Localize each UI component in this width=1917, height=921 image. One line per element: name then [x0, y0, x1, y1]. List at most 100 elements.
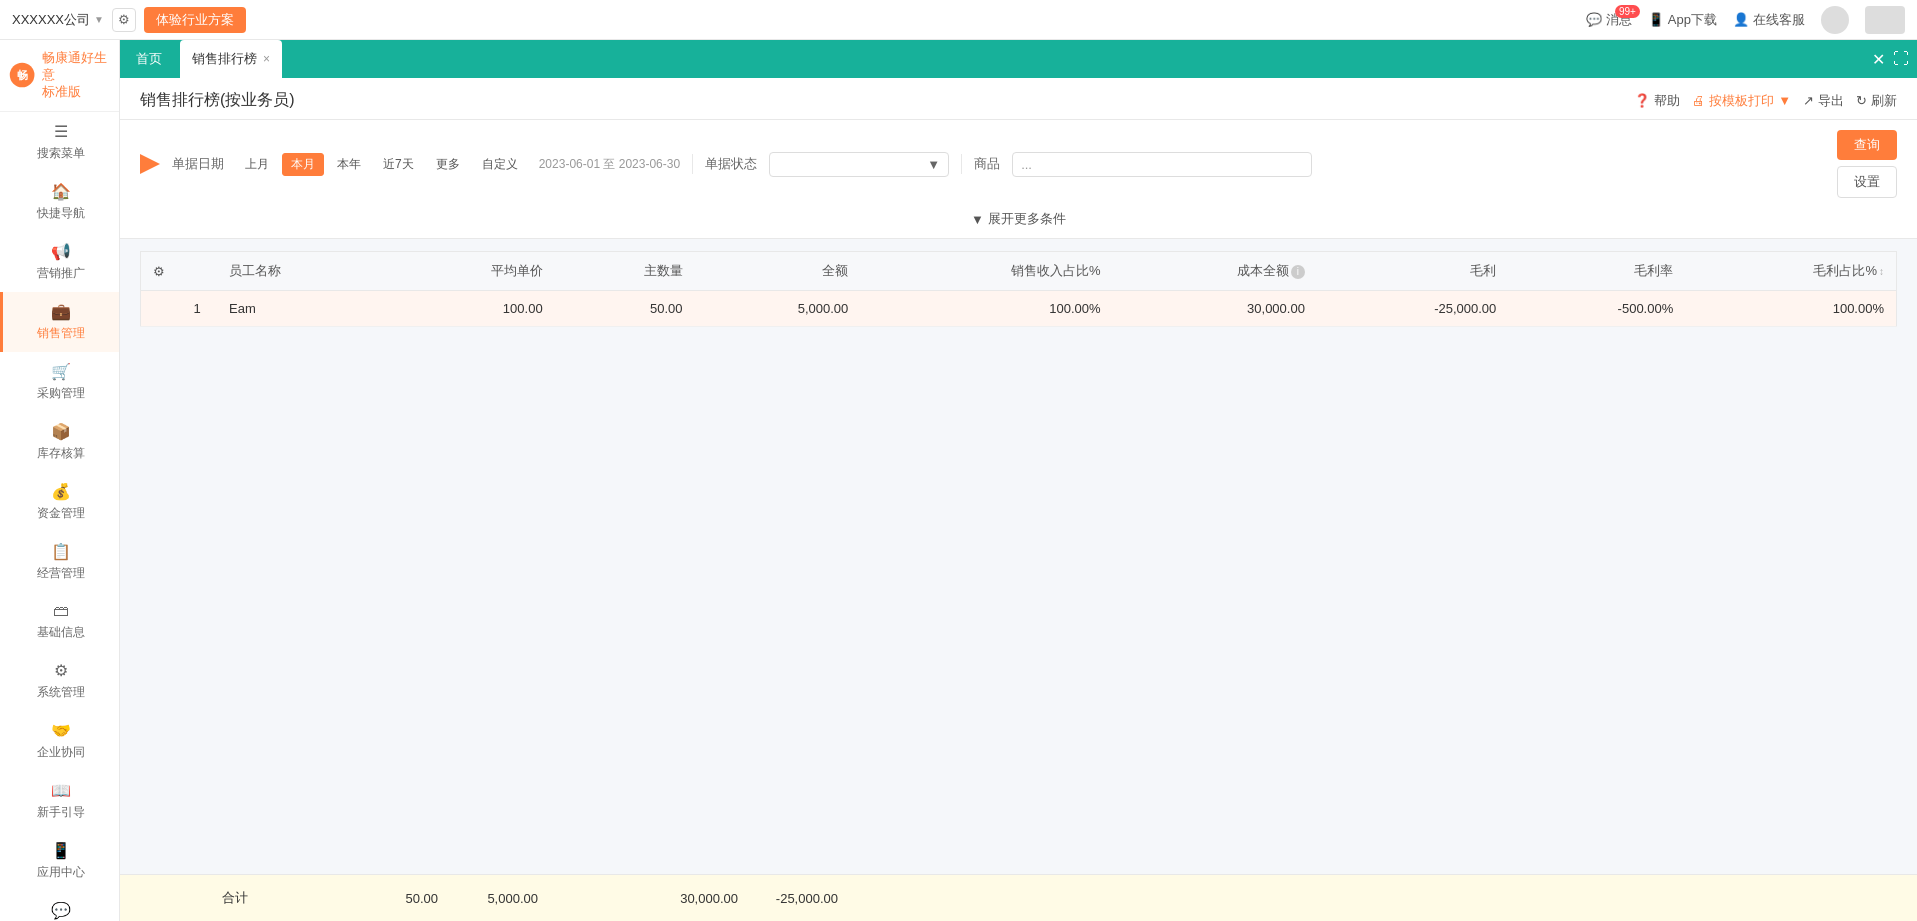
sidebar-item-purchase[interactable]: 🛒 采购管理: [0, 352, 119, 412]
sidebar-item-marketing[interactable]: 📢 营销推广: [0, 232, 119, 292]
footer-cell-rank: [170, 894, 210, 902]
export-button[interactable]: ↗ 导出: [1803, 92, 1844, 110]
page-content: 销售排行榜(按业务员) ❓ 帮助 🖨 按模板打印 ▼ ↗ 导出: [120, 78, 1917, 921]
expand-more-button[interactable]: ▼ 展开更多条件: [971, 210, 1066, 228]
goods-input[interactable]: ...: [1012, 152, 1312, 177]
sidebar-item-operation[interactable]: 📋 经营管理: [0, 532, 119, 592]
top-bar: XXXXXX公司 ▼ ⚙ 体验行业方案 💬 消息 99+ 📱 App下载 👤 在…: [0, 0, 1917, 40]
status-label: 单据状态: [705, 155, 757, 173]
col-header-settings[interactable]: ⚙: [141, 252, 178, 291]
date-btn-this-month[interactable]: 本月: [282, 153, 324, 176]
purchase-icon: 🛒: [51, 362, 71, 381]
service-icon: 👤: [1733, 12, 1749, 27]
tab-label: 销售排行榜: [192, 50, 257, 68]
cell-gross-pct: 100.00%: [1685, 291, 1896, 327]
chevron-down-icon: ▼: [94, 14, 104, 25]
status-select[interactable]: ▼: [769, 152, 949, 177]
marketing-icon: 📢: [51, 242, 71, 261]
date-label: 单据日期: [172, 155, 224, 173]
refresh-button[interactable]: ↻ 刷新: [1856, 92, 1897, 110]
online-service-item[interactable]: 👤 在线客服: [1733, 11, 1805, 29]
tab-maximize-icon[interactable]: ⛶: [1893, 50, 1909, 68]
print-button[interactable]: 🖨 按模板打印 ▼: [1692, 92, 1791, 110]
tab-home[interactable]: 首页: [120, 40, 178, 78]
col-header-gross-rate: 毛利率: [1508, 252, 1685, 291]
footer-cell-gross-pct: [930, 894, 1010, 902]
message-icon: 💬: [1586, 12, 1602, 27]
svg-text:畅: 畅: [17, 70, 28, 82]
date-btn-last-month[interactable]: 上月: [236, 153, 278, 176]
date-btn-more[interactable]: 更多: [427, 153, 469, 176]
page-title: 销售排行榜(按业务员): [140, 90, 295, 111]
newbie-icon: 📖: [51, 781, 71, 800]
sidebar-item-sales[interactable]: 💼 销售管理: [0, 292, 119, 352]
date-range-display: 2023-06-01 至 2023-06-30: [539, 156, 680, 173]
footer-cell-sales-pct: [550, 894, 650, 902]
date-btn-7days[interactable]: 近7天: [374, 153, 423, 176]
top-bar-right: 💬 消息 99+ 📱 App下载 👤 在线客服: [1586, 6, 1905, 34]
sidebar-item-weixin[interactable]: 💬 企业微信: [0, 891, 119, 921]
query-button[interactable]: 查询: [1837, 130, 1897, 160]
col-header-avg-price: 平均单价: [386, 252, 555, 291]
system-icon: ⚙: [54, 661, 68, 680]
col-header-rank: [177, 252, 217, 291]
sidebar-item-enterprise[interactable]: 🤝 企业协同: [0, 711, 119, 771]
cost-info-icon[interactable]: i: [1291, 265, 1305, 279]
footer-row: 合计 50.00 5,000.00 30,000.00 -25,000.00: [140, 885, 1897, 911]
settings-gear-button[interactable]: ⚙: [112, 8, 136, 32]
data-table: ⚙ 员工名称 平均单价 主数量 全额 销售收入占比% 成本全额i 毛利 毛利率: [140, 251, 1897, 327]
sidebar-item-inventory[interactable]: 📦 库存核算: [0, 412, 119, 472]
service-label: 在线客服: [1753, 11, 1805, 29]
help-button[interactable]: ❓ 帮助: [1634, 92, 1680, 110]
user-name-placeholder: [1865, 6, 1905, 34]
sidebar-item-newbie[interactable]: 📖 新手引导: [0, 771, 119, 831]
filter-row: 单据日期 上月 本月 本年 近7天 更多 自定义 2023-06-01 至 20…: [140, 130, 1897, 198]
sidebar-item-system[interactable]: ⚙ 系统管理: [0, 651, 119, 711]
tab-bar: 首页 销售排行榜 × ✕ ⛶: [120, 40, 1917, 78]
main-layout: 畅 畅康通好生意 标准版 ☰ 搜索菜单 🏠 快捷导航 📢 营销推广 💼 销售管理…: [0, 40, 1917, 921]
sidebar: 畅 畅康通好生意 标准版 ☰ 搜索菜单 🏠 快捷导航 📢 营销推广 💼 销售管理…: [0, 40, 120, 921]
filter-divider-1: [692, 154, 693, 174]
date-buttons: 上月 本月 本年 近7天 更多 自定义: [236, 153, 527, 176]
col-header-cost-amount: 成本全额i: [1113, 252, 1317, 291]
trial-button[interactable]: 体验行业方案: [144, 7, 246, 33]
message-item[interactable]: 💬 消息 99+: [1586, 11, 1632, 29]
sidebar-item-basic-info[interactable]: 🗃 基础信息: [0, 592, 119, 651]
table-body: 1Eam100.0050.005,000.00100.00%30,000.00-…: [141, 291, 1897, 327]
print-chevron-icon: ▼: [1778, 93, 1791, 108]
cell-name: Eam: [217, 291, 386, 327]
sidebar-item-search[interactable]: ☰ 搜索菜单: [0, 112, 119, 172]
date-btn-this-year[interactable]: 本年: [328, 153, 370, 176]
col-header-employee: 员工名称: [217, 252, 386, 291]
sidebar-item-app-center[interactable]: 📱 应用中心: [0, 831, 119, 891]
company-name: XXXXXX公司: [12, 11, 90, 29]
col-header-main-qty: 主数量: [555, 252, 695, 291]
footer-cell-gross: -25,000.00: [750, 887, 850, 910]
print-icon: 🖨: [1692, 93, 1705, 108]
sidebar-logo: 畅 畅康通好生意 标准版: [0, 40, 119, 112]
footer-cell-avg-price: [290, 894, 370, 902]
goods-placeholder: ...: [1021, 157, 1032, 172]
tab-close-icon[interactable]: ×: [263, 52, 270, 66]
company-selector[interactable]: XXXXXX公司 ▼: [12, 11, 104, 29]
footer-cell-label: 合计: [210, 885, 290, 911]
filter-expand-arrow-icon[interactable]: [140, 154, 160, 174]
cell-gross-rate: -500.00%: [1508, 291, 1685, 327]
footer-cell-settings: [140, 894, 170, 902]
setting-button[interactable]: 设置: [1837, 166, 1897, 198]
date-btn-custom[interactable]: 自定义: [473, 153, 527, 176]
col-header-gross-pct: 毛利占比%↕: [1685, 252, 1896, 291]
app-label: App下载: [1668, 11, 1717, 29]
footer-cell-cost-amount: 30,000.00: [650, 887, 750, 910]
expand-down-icon: ▼: [971, 212, 984, 227]
sidebar-item-finance[interactable]: 💰 资金管理: [0, 472, 119, 532]
app-download-item[interactable]: 📱 App下载: [1648, 11, 1717, 29]
weixin-icon: 💬: [51, 901, 71, 920]
gross-pct-sort-icon[interactable]: ↕: [1879, 266, 1884, 277]
query-area: 查询 设置: [1837, 130, 1897, 198]
sidebar-item-quick-nav[interactable]: 🏠 快捷导航: [0, 172, 119, 232]
avatar[interactable]: [1821, 6, 1849, 34]
tab-close-window-icon[interactable]: ✕: [1872, 50, 1885, 69]
tab-sales-ranking[interactable]: 销售排行榜 ×: [180, 40, 282, 78]
logo-icon: 畅: [8, 59, 36, 91]
